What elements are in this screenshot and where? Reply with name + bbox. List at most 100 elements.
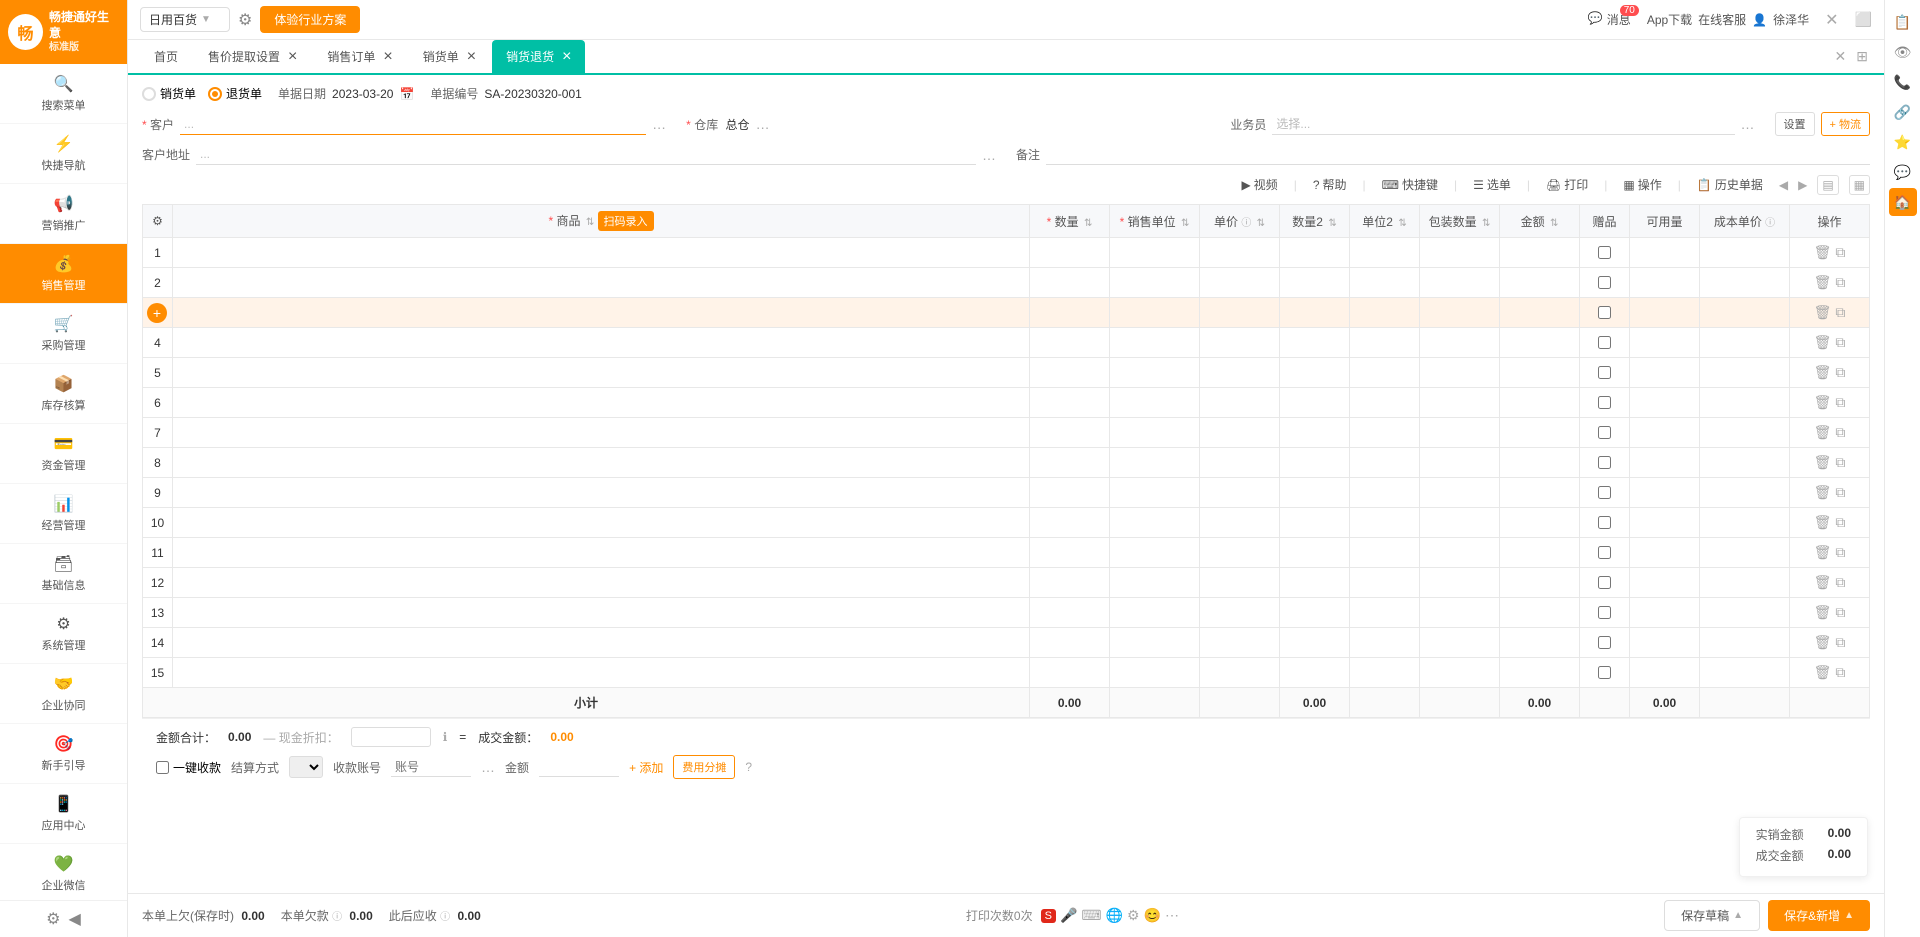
tab-grid-icon[interactable]: ⊞ [1852, 44, 1872, 69]
delete-icon[interactable]: 🗑 [1814, 394, 1832, 411]
more-icon[interactable]: ⋯ [1165, 907, 1179, 924]
salesperson-input[interactable] [1272, 114, 1734, 135]
module-selector[interactable]: 日用百货 ▼ [140, 7, 230, 32]
tab-close-icon[interactable]: × [288, 49, 297, 65]
gift-checkbox[interactable] [1598, 666, 1611, 679]
delete-icon[interactable]: 🗑 [1814, 364, 1832, 381]
calc-method-select[interactable] [289, 756, 323, 778]
sidebar-item-basic[interactable]: 🗃 基础信息 [0, 544, 127, 604]
window-close-icon[interactable]: ✕ [1825, 10, 1838, 30]
copy-icon[interactable]: ⧉ [1835, 604, 1845, 621]
sidebar-item-enterprise[interactable]: 🤝 企业协同 [0, 664, 127, 724]
rp-phone-button[interactable]: 📞 [1889, 68, 1917, 96]
sidebar-item-operations[interactable]: 📊 经营管理 [0, 484, 127, 544]
gift-checkbox[interactable] [1598, 606, 1611, 619]
sidebar-item-apps[interactable]: 📱 应用中心 [0, 784, 127, 844]
fee-split-button[interactable]: 费用分摊 [673, 755, 735, 779]
copy-icon[interactable]: ⧉ [1835, 664, 1845, 681]
tab-close-icon[interactable]: × [383, 49, 392, 65]
gift-checkbox[interactable] [1598, 396, 1611, 409]
settings2-icon[interactable]: ⚙ [1127, 907, 1140, 924]
delete-icon[interactable]: 🗑 [1814, 454, 1832, 471]
mic-icon[interactable]: 🎤 [1060, 907, 1077, 924]
qty2-cell[interactable] [1280, 238, 1350, 268]
account-input[interactable] [391, 758, 471, 777]
gift-checkbox[interactable] [1598, 516, 1611, 529]
sidebar-item-finance[interactable]: 💳 资金管理 [0, 424, 127, 484]
delete-icon[interactable]: 🗑 [1814, 664, 1832, 681]
set-button[interactable]: 设置 [1775, 112, 1815, 136]
info3-icon[interactable]: ⓘ [440, 912, 450, 923]
keyboard2-icon[interactable]: ⌨ [1081, 907, 1101, 924]
copy-icon[interactable]: ⧉ [1835, 424, 1845, 441]
grid-view-icon[interactable]: ▤ [1817, 175, 1838, 195]
delete-icon[interactable]: 🗑 [1814, 334, 1832, 351]
copy-icon[interactable]: ⧉ [1835, 244, 1845, 261]
topbar-gear-icon[interactable]: ⚙ [238, 10, 252, 30]
price-cell[interactable] [1200, 238, 1280, 268]
info-icon[interactable]: ℹ [443, 730, 448, 744]
rp-home-button[interactable]: 🏠 [1889, 188, 1917, 216]
radio-sale-goods[interactable]: 销货单 [142, 85, 196, 102]
sidebar-item-sales[interactable]: 💰 销售管理 [0, 244, 127, 304]
gift-checkbox[interactable] [1598, 276, 1611, 289]
scan-input-button[interactable]: 扫码录入 [598, 211, 654, 231]
copy-icon[interactable]: ⧉ [1835, 334, 1845, 351]
rp-notes-button[interactable]: 📋 [1889, 8, 1917, 36]
amount-cell[interactable] [1500, 238, 1580, 268]
info2-icon[interactable]: ⓘ [332, 912, 342, 923]
warehouse-ellipsis-icon[interactable]: … [756, 116, 770, 132]
rp-view-button[interactable]: 👁 [1889, 38, 1917, 66]
unit-price-info-icon[interactable]: ⓘ [1241, 218, 1251, 229]
history-button[interactable]: 📋 历史单据 [1691, 173, 1769, 196]
tab-sale-price[interactable]: 售价提取设置 × [194, 40, 311, 75]
sort-qty2-icon[interactable]: ⇅ [1328, 218, 1336, 229]
sidebar-item-search[interactable]: 🔍 搜索菜单 [0, 64, 127, 124]
gift-cell[interactable] [1580, 238, 1630, 268]
qty-cell[interactable] [1030, 238, 1110, 268]
sidebar-item-guide[interactable]: 🎯 新手引导 [0, 724, 127, 784]
copy-icon[interactable]: ⧉ [1835, 514, 1845, 531]
address-input[interactable] [196, 144, 976, 165]
customer-ellipsis-icon[interactable]: … [652, 116, 666, 132]
delete-icon[interactable]: 🗑 [1814, 544, 1832, 561]
radio-return-goods[interactable]: 退货单 [208, 85, 262, 102]
delete-icon[interactable]: 🗑 [1814, 484, 1832, 501]
tab-sale-goods[interactable]: 销货单 × [409, 40, 490, 75]
rp-chat-button[interactable]: 💬 [1889, 158, 1917, 186]
sort-sale-unit-icon[interactable]: ⇅ [1181, 218, 1189, 229]
tab-home[interactable]: 首页 [140, 40, 192, 75]
delete-icon[interactable]: 🗑 [1814, 634, 1832, 651]
remark-input[interactable] [1046, 144, 1870, 165]
video-button[interactable]: ▶ 视频 [1235, 173, 1283, 196]
print-button[interactable]: 🖨 打印 [1540, 173, 1594, 196]
delete-icon[interactable]: 🗑 [1814, 244, 1832, 261]
delete-icon[interactable]: 🗑 [1814, 304, 1832, 321]
add-logistics-button[interactable]: + 物流 [1821, 112, 1870, 136]
gift-checkbox[interactable] [1598, 486, 1611, 499]
cost-price-info-icon[interactable]: ⓘ [1765, 218, 1775, 229]
next-icon[interactable]: ▶ [1798, 178, 1807, 192]
sort-unit2-icon[interactable]: ⇅ [1398, 218, 1406, 229]
unit2-cell[interactable] [1350, 238, 1420, 268]
gift-checkbox[interactable] [1598, 636, 1611, 649]
tab-close-all-icon[interactable]: ✕ [1831, 44, 1851, 69]
sidebar-item-promotion[interactable]: 📢 营销推广 [0, 184, 127, 244]
pack-qty-cell[interactable] [1420, 238, 1500, 268]
try-plan-button[interactable]: 体验行业方案 [260, 6, 360, 33]
sort-amount-icon[interactable]: ⇅ [1550, 218, 1558, 229]
delete-icon[interactable]: 🗑 [1814, 274, 1832, 291]
one-click-checkbox[interactable] [156, 761, 169, 774]
gift-checkbox[interactable] [1598, 336, 1611, 349]
gift-checkbox[interactable] [1598, 306, 1611, 319]
settings-footer-icon[interactable]: ⚙ [46, 909, 60, 929]
available-cell[interactable] [1630, 238, 1700, 268]
customer-input[interactable] [180, 114, 646, 135]
gift-checkbox[interactable] [1598, 246, 1611, 259]
copy-icon[interactable]: ⧉ [1835, 274, 1845, 291]
copy-icon[interactable]: ⧉ [1835, 364, 1845, 381]
gift-checkbox[interactable] [1598, 426, 1611, 439]
gift-checkbox[interactable] [1598, 366, 1611, 379]
sidebar-item-inventory[interactable]: 📦 库存核算 [0, 364, 127, 424]
tab-sale-return[interactable]: 销货退货 × [492, 40, 585, 75]
